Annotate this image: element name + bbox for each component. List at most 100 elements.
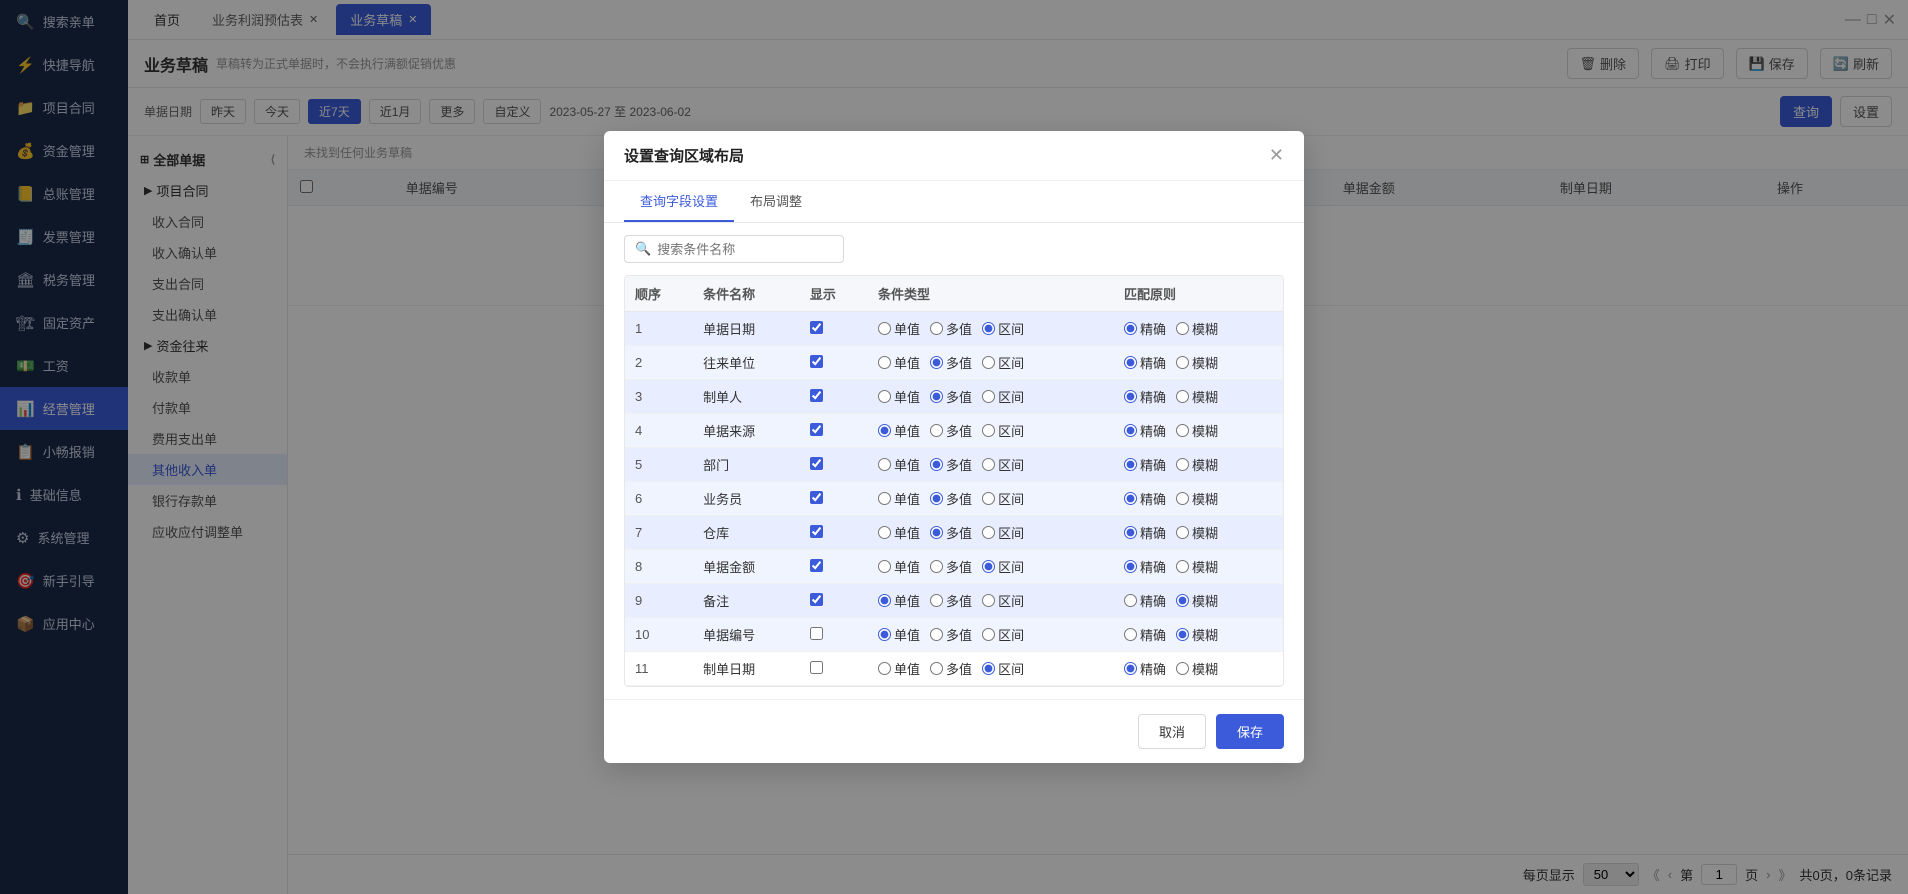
row-show-cell[interactable] bbox=[800, 346, 868, 380]
row-show-cell[interactable] bbox=[800, 312, 868, 346]
radio-range-input[interactable] bbox=[982, 662, 995, 675]
row-cond-type-cell[interactable]: 单值 多值 区间 bbox=[868, 652, 1114, 686]
radio-fuzzy[interactable]: 模糊 bbox=[1176, 489, 1218, 508]
row-show-cell[interactable] bbox=[800, 652, 868, 686]
radio-single-input[interactable] bbox=[878, 322, 891, 335]
row-match-rule-cell[interactable]: 精确 模糊 bbox=[1114, 312, 1283, 346]
row-show-cell[interactable] bbox=[800, 414, 868, 448]
radio-range-input[interactable] bbox=[982, 628, 995, 641]
radio-exact[interactable]: 精确 bbox=[1124, 489, 1166, 508]
radio-range-input[interactable] bbox=[982, 424, 995, 437]
radio-fuzzy[interactable]: 模糊 bbox=[1176, 523, 1218, 542]
radio-multiple[interactable]: 多值 bbox=[930, 319, 972, 338]
radio-exact-input[interactable] bbox=[1124, 560, 1137, 573]
radio-fuzzy[interactable]: 模糊 bbox=[1176, 625, 1218, 644]
radio-range-input[interactable] bbox=[982, 560, 995, 573]
row-show-cell[interactable] bbox=[800, 618, 868, 652]
radio-multiple-input[interactable] bbox=[930, 458, 943, 471]
radio-single-input[interactable] bbox=[878, 458, 891, 471]
radio-single[interactable]: 单值 bbox=[878, 387, 920, 406]
radio-exact[interactable]: 精确 bbox=[1124, 387, 1166, 406]
radio-fuzzy[interactable]: 模糊 bbox=[1176, 353, 1218, 372]
row-show-cell[interactable] bbox=[800, 584, 868, 618]
radio-range[interactable]: 区间 bbox=[982, 353, 1024, 372]
row-show-cell[interactable] bbox=[800, 482, 868, 516]
show-checkbox[interactable] bbox=[810, 423, 823, 436]
radio-multiple[interactable]: 多值 bbox=[930, 353, 972, 372]
radio-multiple[interactable]: 多值 bbox=[930, 489, 972, 508]
row-cond-type-cell[interactable]: 单值 多值 区间 bbox=[868, 584, 1114, 618]
show-checkbox[interactable] bbox=[810, 661, 823, 674]
row-cond-type-cell[interactable]: 单值 多值 区间 bbox=[868, 312, 1114, 346]
show-checkbox[interactable] bbox=[810, 559, 823, 572]
radio-single[interactable]: 单值 bbox=[878, 353, 920, 372]
radio-range[interactable]: 区间 bbox=[982, 387, 1024, 406]
radio-fuzzy-input[interactable] bbox=[1176, 458, 1189, 471]
modal-overlay[interactable]: 设置查询区域布局 ✕ 查询字段设置 布局调整 🔍 bbox=[0, 0, 1908, 894]
radio-exact[interactable]: 精确 bbox=[1124, 625, 1166, 644]
radio-multiple-input[interactable] bbox=[930, 322, 943, 335]
radio-single-input[interactable] bbox=[878, 526, 891, 539]
radio-single-input[interactable] bbox=[878, 424, 891, 437]
modal-table-wrap[interactable]: 顺序 条件名称 显示 条件类型 匹配原则 1单据日期 单值 多值 bbox=[624, 275, 1284, 687]
radio-fuzzy[interactable]: 模糊 bbox=[1176, 319, 1218, 338]
radio-exact-input[interactable] bbox=[1124, 424, 1137, 437]
radio-multiple[interactable]: 多值 bbox=[930, 421, 972, 440]
radio-fuzzy-input[interactable] bbox=[1176, 560, 1189, 573]
radio-multiple-input[interactable] bbox=[930, 424, 943, 437]
radio-multiple-input[interactable] bbox=[930, 492, 943, 505]
radio-single[interactable]: 单值 bbox=[878, 659, 920, 678]
radio-range-input[interactable] bbox=[982, 390, 995, 403]
row-cond-type-cell[interactable]: 单值 多值 区间 bbox=[868, 550, 1114, 584]
radio-multiple[interactable]: 多值 bbox=[930, 591, 972, 610]
modal-search-input[interactable] bbox=[657, 242, 833, 257]
radio-fuzzy-input[interactable] bbox=[1176, 526, 1189, 539]
radio-fuzzy-input[interactable] bbox=[1176, 356, 1189, 369]
radio-multiple-input[interactable] bbox=[930, 594, 943, 607]
radio-fuzzy-input[interactable] bbox=[1176, 424, 1189, 437]
radio-exact-input[interactable] bbox=[1124, 628, 1137, 641]
show-checkbox[interactable] bbox=[810, 389, 823, 402]
show-checkbox[interactable] bbox=[810, 491, 823, 504]
radio-single[interactable]: 单值 bbox=[878, 523, 920, 542]
radio-range-input[interactable] bbox=[982, 322, 995, 335]
row-match-rule-cell[interactable]: 精确 模糊 bbox=[1114, 414, 1283, 448]
radio-range[interactable]: 区间 bbox=[982, 659, 1024, 678]
radio-fuzzy-input[interactable] bbox=[1176, 390, 1189, 403]
radio-multiple-input[interactable] bbox=[930, 662, 943, 675]
radio-range[interactable]: 区间 bbox=[982, 319, 1024, 338]
radio-fuzzy-input[interactable] bbox=[1176, 492, 1189, 505]
radio-range-input[interactable] bbox=[982, 356, 995, 369]
row-show-cell[interactable] bbox=[800, 448, 868, 482]
row-cond-type-cell[interactable]: 单值 多值 区间 bbox=[868, 482, 1114, 516]
radio-multiple[interactable]: 多值 bbox=[930, 625, 972, 644]
radio-multiple-input[interactable] bbox=[930, 560, 943, 573]
modal-cancel-button[interactable]: 取消 bbox=[1138, 714, 1206, 749]
show-checkbox[interactable] bbox=[810, 355, 823, 368]
row-show-cell[interactable] bbox=[800, 516, 868, 550]
radio-range[interactable]: 区间 bbox=[982, 591, 1024, 610]
row-cond-type-cell[interactable]: 单值 多值 区间 bbox=[868, 414, 1114, 448]
radio-exact[interactable]: 精确 bbox=[1124, 319, 1166, 338]
radio-fuzzy[interactable]: 模糊 bbox=[1176, 591, 1218, 610]
row-cond-type-cell[interactable]: 单值 多值 区间 bbox=[868, 516, 1114, 550]
row-show-cell[interactable] bbox=[800, 380, 868, 414]
radio-fuzzy-input[interactable] bbox=[1176, 662, 1189, 675]
radio-fuzzy-input[interactable] bbox=[1176, 322, 1189, 335]
radio-fuzzy[interactable]: 模糊 bbox=[1176, 455, 1218, 474]
row-match-rule-cell[interactable]: 精确 模糊 bbox=[1114, 346, 1283, 380]
radio-exact[interactable]: 精确 bbox=[1124, 353, 1166, 372]
radio-fuzzy[interactable]: 模糊 bbox=[1176, 659, 1218, 678]
radio-multiple-input[interactable] bbox=[930, 526, 943, 539]
row-match-rule-cell[interactable]: 精确 模糊 bbox=[1114, 482, 1283, 516]
radio-exact-input[interactable] bbox=[1124, 526, 1137, 539]
radio-range-input[interactable] bbox=[982, 492, 995, 505]
radio-single[interactable]: 单值 bbox=[878, 319, 920, 338]
row-match-rule-cell[interactable]: 精确 模糊 bbox=[1114, 550, 1283, 584]
row-match-rule-cell[interactable]: 精确 模糊 bbox=[1114, 516, 1283, 550]
show-checkbox[interactable] bbox=[810, 525, 823, 538]
modal-close-button[interactable]: ✕ bbox=[1269, 145, 1284, 166]
radio-exact-input[interactable] bbox=[1124, 356, 1137, 369]
radio-range[interactable]: 区间 bbox=[982, 421, 1024, 440]
radio-exact[interactable]: 精确 bbox=[1124, 421, 1166, 440]
